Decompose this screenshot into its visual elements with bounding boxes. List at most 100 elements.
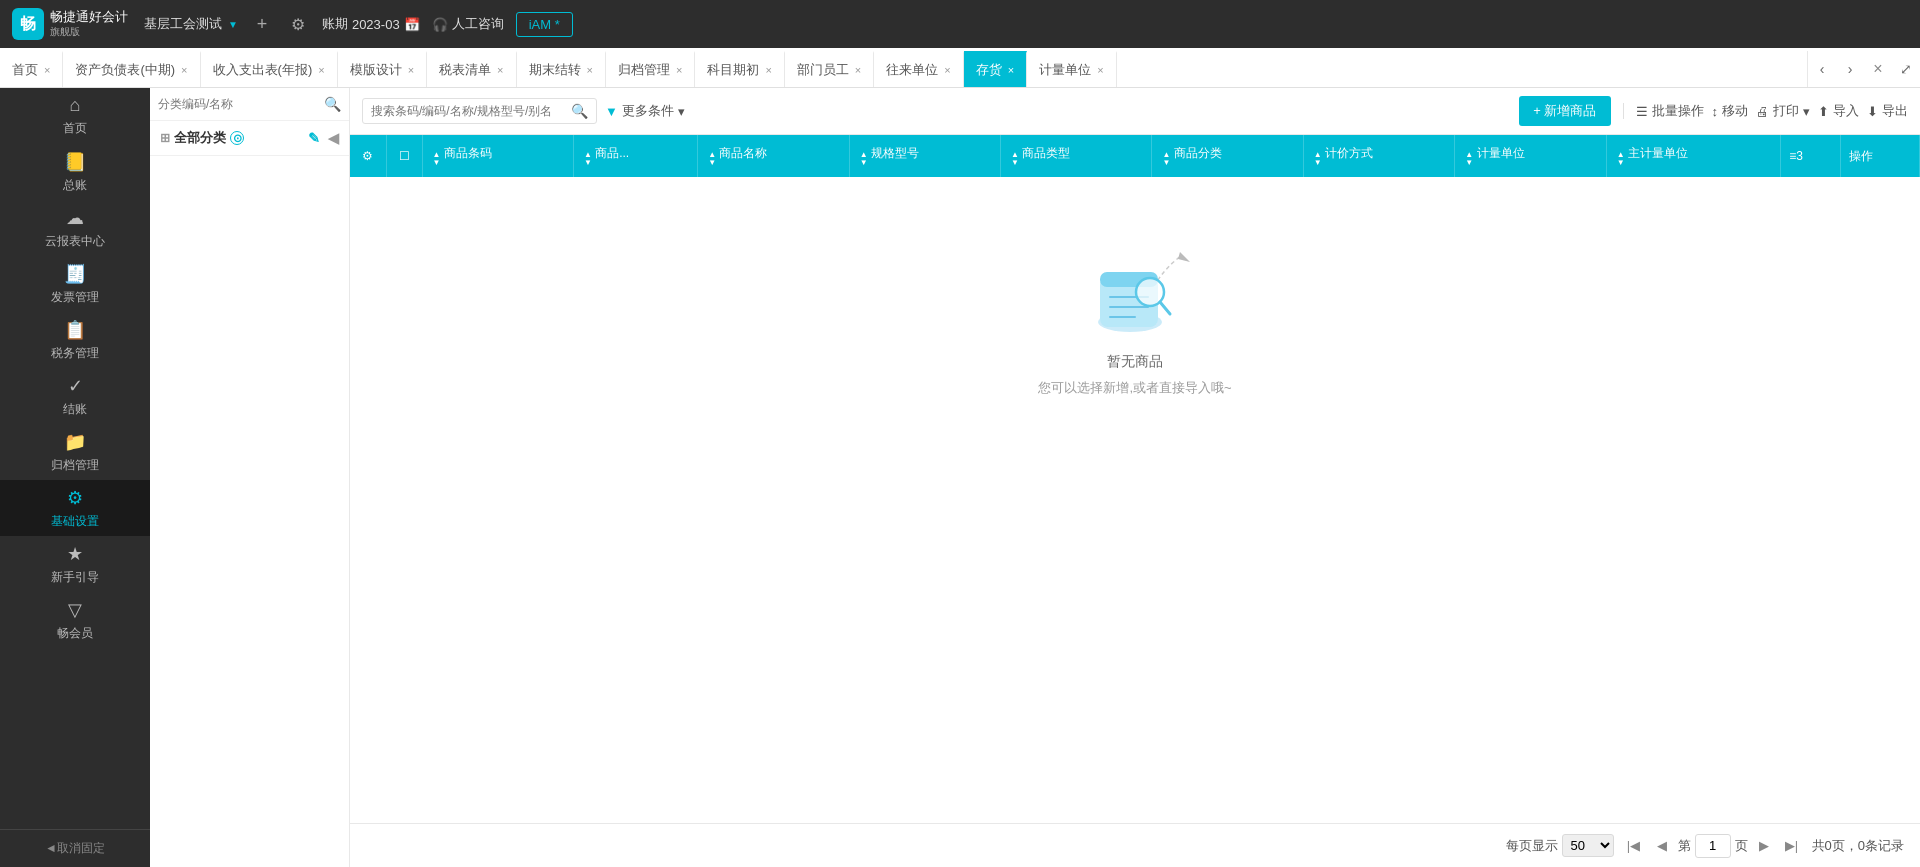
tab-taxclear[interactable]: 税表清单 × bbox=[427, 51, 516, 87]
close-tab-period-end[interactable]: × bbox=[587, 64, 593, 76]
first-page-button[interactable]: |◀ bbox=[1622, 834, 1646, 858]
tab-template[interactable]: 模版设计 × bbox=[338, 51, 427, 87]
product-search-icon[interactable]: 🔍 bbox=[571, 103, 588, 119]
member-icon: ▽ bbox=[68, 599, 82, 621]
sidebar-home-label: 首页 bbox=[63, 120, 87, 137]
close-tab-archive[interactable]: × bbox=[676, 64, 682, 76]
sidebar-item-report[interactable]: ☁ 云报表中心 bbox=[0, 200, 150, 256]
sidebar-item-invoice[interactable]: 🧾 发票管理 bbox=[0, 256, 150, 312]
print-button[interactable]: 🖨 打印 ▾ bbox=[1756, 102, 1810, 120]
prev-page-button[interactable]: ◀ bbox=[1650, 834, 1674, 858]
col-price-method[interactable]: ▲▼ 计价方式 bbox=[1303, 135, 1454, 177]
close-all-tabs-button[interactable]: × bbox=[1864, 51, 1892, 87]
tab-subject[interactable]: 科目期初 × bbox=[695, 51, 784, 87]
close-tab-template[interactable]: × bbox=[408, 64, 414, 76]
tab-income[interactable]: 收入支出表(年报) × bbox=[201, 51, 338, 87]
col-extra-icon: ≡ bbox=[1789, 149, 1796, 163]
close-tab-subject[interactable]: × bbox=[765, 64, 771, 76]
col-name[interactable]: ▲▼ 商品名称 bbox=[698, 135, 849, 177]
close-tab-dept[interactable]: × bbox=[855, 64, 861, 76]
tab-scroll-right-button[interactable]: › bbox=[1836, 51, 1864, 87]
tab-nav-buttons: ‹ › × ⤢ bbox=[1807, 51, 1920, 87]
tab-dept[interactable]: 部门员工 × bbox=[785, 51, 874, 87]
grid-icon: ⊞ bbox=[160, 131, 170, 145]
sidebar-item-tax[interactable]: 📋 税务管理 bbox=[0, 312, 150, 368]
batch-ops-icon: ☰ bbox=[1636, 104, 1648, 119]
export-button[interactable]: ⬇ 导出 bbox=[1867, 102, 1908, 120]
sidebar-item-home[interactable]: ⌂ 首页 bbox=[0, 88, 150, 144]
last-page-button[interactable]: ▶| bbox=[1780, 834, 1804, 858]
more-filter-button[interactable]: ▼ 更多条件 ▾ bbox=[605, 102, 685, 120]
category-search-icon[interactable]: 🔍 bbox=[324, 96, 341, 112]
settle-icon: ✓ bbox=[68, 375, 83, 397]
tab-expand-button[interactable]: ⤢ bbox=[1892, 51, 1920, 87]
sidebar-unpin[interactable]: ◄取消固定 bbox=[0, 829, 150, 867]
sidebar-item-ledger[interactable]: 📒 总账 bbox=[0, 144, 150, 200]
close-tab-income[interactable]: × bbox=[318, 64, 324, 76]
import-label: 导入 bbox=[1833, 102, 1859, 120]
svg-marker-1 bbox=[1178, 252, 1190, 262]
empty-svg bbox=[1075, 237, 1205, 347]
close-tab-home[interactable]: × bbox=[44, 64, 50, 76]
col-spec[interactable]: ▲▼ 规格型号 bbox=[849, 135, 1000, 177]
col-category[interactable]: ▲▼ 商品分类 bbox=[1152, 135, 1303, 177]
sidebar-item-member[interactable]: ▽ 畅会员 bbox=[0, 592, 150, 648]
col-extra[interactable]: ≡3 bbox=[1781, 135, 1840, 177]
print-icon: 🖨 bbox=[1756, 104, 1769, 119]
tab-unit[interactable]: 计量单位 × bbox=[1027, 51, 1116, 87]
col-type[interactable]: ▲▼ 商品类型 bbox=[1001, 135, 1152, 177]
close-tab-unit[interactable]: × bbox=[1097, 64, 1103, 76]
col-check[interactable]: ☐ bbox=[386, 135, 422, 177]
col-code[interactable]: ▲▼ 商品... bbox=[573, 135, 697, 177]
close-tab-trading[interactable]: × bbox=[944, 64, 950, 76]
collapse-panel-icon[interactable]: ◀ bbox=[328, 130, 339, 146]
left-panel-header: ⊞ 全部分类 ⊙ ✎ ◀ bbox=[150, 121, 349, 156]
next-page-button[interactable]: ▶ bbox=[1752, 834, 1776, 858]
per-page-label: 每页显示 bbox=[1506, 837, 1558, 855]
product-search-input[interactable] bbox=[371, 104, 571, 118]
col-barcode[interactable]: ▲▼ 商品条码 bbox=[422, 135, 573, 177]
batch-ops-label: 批量操作 bbox=[1652, 102, 1704, 120]
settings-gear-icon[interactable]: ⚙ bbox=[286, 12, 310, 36]
move-button[interactable]: ↕ 移动 bbox=[1712, 102, 1749, 120]
close-tab-taxclear[interactable]: × bbox=[497, 64, 503, 76]
tab-trading[interactable]: 往来单位 × bbox=[874, 51, 963, 87]
sidebar-item-settle[interactable]: ✓ 结账 bbox=[0, 368, 150, 424]
tab-balance[interactable]: 资产负债表(中期) × bbox=[63, 51, 200, 87]
service-button[interactable]: 🎧 人工咨询 bbox=[432, 15, 504, 33]
tab-scroll-left-button[interactable]: ‹ bbox=[1808, 51, 1836, 87]
export-label: 导出 bbox=[1882, 102, 1908, 120]
company-selector[interactable]: 基层工会测试 ▼ bbox=[144, 15, 238, 33]
category-search-input[interactable] bbox=[158, 97, 324, 111]
period-label: 账期 bbox=[322, 15, 348, 33]
tab-bar: 首页 × 资产负债表(中期) × 收入支出表(年报) × 模版设计 × 税表清单… bbox=[0, 48, 1920, 88]
edit-category-icon[interactable]: ✎ bbox=[308, 130, 320, 146]
batch-ops-button[interactable]: ☰ 批量操作 bbox=[1636, 102, 1704, 120]
tab-archive[interactable]: 归档管理 × bbox=[606, 51, 695, 87]
tab-period-end[interactable]: 期末结转 × bbox=[517, 51, 606, 87]
page-number-input[interactable] bbox=[1695, 834, 1731, 858]
calendar-icon[interactable]: 📅 bbox=[404, 17, 420, 32]
sidebar-item-newbie[interactable]: ★ 新手引导 bbox=[0, 536, 150, 592]
add-tab-button[interactable]: + bbox=[250, 12, 274, 36]
tab-inventory[interactable]: 存货 × bbox=[964, 51, 1027, 87]
iam-button[interactable]: iAM * bbox=[516, 12, 573, 37]
import-button[interactable]: ⬆ 导入 bbox=[1818, 102, 1859, 120]
total-records-info: 共0页，0条记录 bbox=[1812, 837, 1904, 855]
app-name: 畅捷通好会计 bbox=[50, 9, 128, 25]
left-panel-container: 🔍 ⊞ 全部分类 ⊙ ✎ ◀ bbox=[150, 88, 1920, 867]
period-info: 账期 2023-03 📅 bbox=[322, 15, 420, 33]
sidebar-item-basic[interactable]: ⚙ 基础设置 bbox=[0, 480, 150, 536]
sidebar-tax-label: 税务管理 bbox=[51, 345, 99, 362]
per-page-select[interactable]: 50 10 20 100 bbox=[1562, 834, 1614, 857]
col-settings[interactable]: ⚙ bbox=[350, 135, 386, 177]
tab-home[interactable]: 首页 × bbox=[0, 51, 63, 87]
close-tab-balance[interactable]: × bbox=[181, 64, 187, 76]
close-tab-inventory[interactable]: × bbox=[1008, 64, 1014, 76]
col-unit[interactable]: ▲▼ 计量单位 bbox=[1455, 135, 1606, 177]
data-table: ⚙ ☐ ▲▼ 商品条码 ▲▼ 商品... bbox=[350, 135, 1920, 823]
col-main-unit[interactable]: ▲▼ 主计量单位 bbox=[1606, 135, 1781, 177]
new-product-button[interactable]: + 新增商品 bbox=[1519, 96, 1610, 126]
tab-unit-label: 计量单位 bbox=[1039, 61, 1091, 79]
sidebar-item-archive[interactable]: 📁 归档管理 bbox=[0, 424, 150, 480]
